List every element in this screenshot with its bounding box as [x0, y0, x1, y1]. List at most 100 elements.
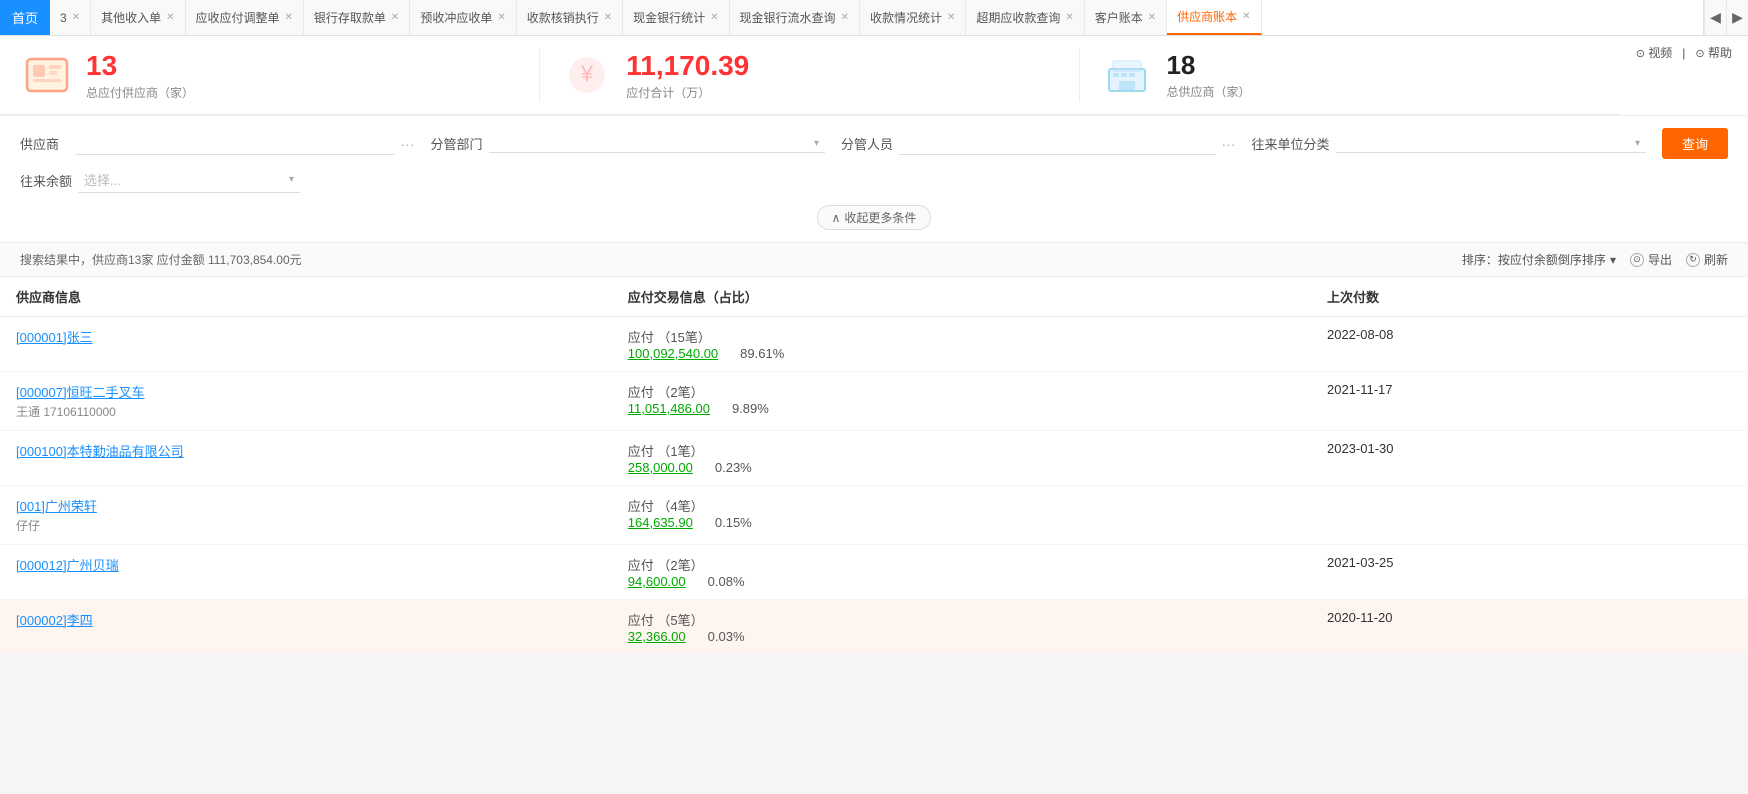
close-icon[interactable]: ✕ [285, 12, 293, 23]
amount-pct: 89.61% [740, 346, 784, 361]
nav-tab-bank[interactable]: 银行存取款单 ✕ [304, 0, 410, 35]
content-area: 供应商信息 应付交易信息（占比） 上次付数 [000001]张三 应付 （15笔）… [0, 277, 1748, 794]
tab-label: 应收应付调整单 [196, 9, 280, 26]
balance-select[interactable]: 选择... ▾ [78, 167, 300, 193]
close-icon[interactable]: ✕ [604, 12, 612, 23]
collapse-label: 收起更多条件 [844, 209, 916, 226]
txn-info-cell: 应付 （2笔）94,600.000.08% [612, 545, 1311, 600]
close-icon[interactable]: ✕ [1148, 12, 1156, 23]
close-icon[interactable]: ✕ [947, 12, 955, 23]
txn-label: 应付 （15笔） [628, 327, 1295, 346]
nav-prev-arrow[interactable]: ◀ [1704, 0, 1726, 36]
tab-label: 其他收入单 [101, 9, 161, 26]
nav-arrows: ◀ ▶ [1703, 0, 1748, 36]
nav-tab-collection[interactable]: 收款核销执行 ✕ [517, 0, 623, 35]
tab-label: 现金银行统计 [633, 9, 705, 26]
separator: | [1682, 46, 1685, 60]
result-bar-right: 排序：按应付余额倒序排序 ▾ ⊙ 导出 ↻ 刷新 [1462, 251, 1728, 268]
collapse-up-icon: ∧ [832, 211, 841, 225]
supplier-dots-icon[interactable]: ··· [401, 136, 415, 152]
category-select[interactable]: ▾ [1336, 135, 1646, 153]
table-row: [000100]本特勤油品有限公司 应付 （1笔）258,000.000.23%2… [0, 431, 1748, 486]
supplier-link[interactable]: [000012]广州贝瑞 [16, 558, 119, 573]
close-icon[interactable]: ✕ [1242, 11, 1250, 22]
nav-tab-other-income[interactable]: 其他收入单 ✕ [91, 0, 185, 35]
stat-number-1: 13 [86, 49, 194, 83]
tab-label: 收款核销执行 [527, 9, 599, 26]
video-link[interactable]: ⊙ 视频 [1636, 44, 1673, 61]
amount-link[interactable]: 258,000.00 [628, 460, 693, 475]
balance-placeholder: 选择... [84, 170, 289, 189]
nav-tab-cash-flow[interactable]: 现金银行流水查询 ✕ [730, 0, 860, 35]
sort-dropdown-icon: ▾ [1610, 253, 1616, 267]
amount-link[interactable]: 32,366.00 [628, 629, 686, 644]
supplier-input[interactable] [76, 133, 395, 155]
supplier-info-cell: [000002]李四 [0, 600, 612, 655]
supplier-link[interactable]: [000100]本特勤油品有限公司 [16, 444, 184, 459]
nav-tab-3[interactable]: 3 ✕ [50, 0, 91, 35]
nav-tab-collect-stat[interactable]: 收款情况统计 ✕ [860, 0, 966, 35]
supplier-link[interactable]: [001]广州荣轩 [16, 499, 97, 514]
supplier-link[interactable]: [000002]李四 [16, 613, 93, 628]
close-icon[interactable]: ✕ [710, 12, 718, 23]
supplier-link[interactable]: [000007]恒旺二手叉车 [16, 385, 145, 400]
table-row: [000001]张三 应付 （15笔）100,092,540.00 89.61% 20… [0, 317, 1748, 372]
stat-label-1: 总应付供应商（家） [86, 84, 194, 101]
close-icon[interactable]: ✕ [841, 12, 849, 23]
stat-icon-3 [1100, 48, 1154, 102]
sort-label: 排序：按应付余额倒序排序 [1462, 251, 1606, 268]
close-icon[interactable]: ✕ [391, 12, 399, 23]
table-row: [000002]李四应付 （5笔）32,366.000.03%2020-11-2… [0, 600, 1748, 655]
nav-tab-supplier-ledger[interactable]: 供应商账本 ✕ [1167, 0, 1261, 35]
last-pay-cell: 2021-03-25 [1311, 545, 1748, 600]
person-input[interactable] [899, 133, 1215, 155]
person-dots-icon[interactable]: ··· [1222, 136, 1236, 152]
nav-tab-overdue[interactable]: 超期应收款查询 ✕ [966, 0, 1084, 35]
amount-pct: 0.15% [715, 515, 752, 530]
dept-select[interactable]: ▾ [489, 135, 825, 153]
nav-next-arrow[interactable]: ▶ [1726, 0, 1748, 36]
supplier-info-cell: [000007]恒旺二手叉车王通 17106110000 [0, 372, 612, 431]
nav-tab-adjustment[interactable]: 应收应付调整单 ✕ [186, 0, 304, 35]
supplier-link[interactable]: [000001]张三 [16, 330, 93, 345]
txn-info-cell: 应付 （5笔）32,366.000.03% [612, 600, 1311, 655]
help-link[interactable]: ⊙ 帮助 [1695, 44, 1732, 61]
stat-total-suppliers: 18 总供应商（家） [1080, 48, 1619, 102]
nav-tab-cash-stat[interactable]: 现金银行统计 ✕ [623, 0, 729, 35]
stat-icon-1 [20, 48, 74, 102]
export-icon: ⊙ [1630, 253, 1644, 267]
close-icon[interactable]: ✕ [1065, 12, 1073, 23]
stat-text-1: 13 总应付供应商（家） [86, 49, 194, 102]
sort-select[interactable]: 排序：按应付余额倒序排序 ▾ [1462, 251, 1616, 268]
table-row: [001]广州荣轩仔仔应付 （4笔）164,635.900.15% [0, 486, 1748, 545]
tab-label: 3 [60, 11, 67, 25]
close-icon[interactable]: ✕ [166, 12, 174, 23]
last-pay-cell: 2023-01-30 [1311, 431, 1748, 486]
close-icon[interactable]: ✕ [497, 12, 505, 23]
amount-link[interactable]: 11,051,486.00 [628, 401, 710, 416]
query-button[interactable]: 查询 [1662, 128, 1728, 159]
refresh-label: 刷新 [1704, 251, 1728, 268]
tab-label: 银行存取款单 [314, 9, 386, 26]
dept-dropdown-icon: ▾ [814, 138, 819, 149]
amount-link[interactable]: 164,635.90 [628, 515, 693, 530]
col-supplier-info: 供应商信息 [0, 277, 612, 317]
txn-info-cell: 应付 （1笔）258,000.000.23% [612, 431, 1311, 486]
amount-link[interactable]: 100,092,540.00 [628, 346, 718, 361]
last-pay-cell: 2022-08-08 [1311, 317, 1748, 372]
tab-label: 供应商账本 [1177, 8, 1237, 25]
filter-supplier: 供应商 ··· [20, 133, 415, 155]
close-icon[interactable]: ✕ [72, 12, 80, 23]
table-header-row: 供应商信息 应付交易信息（占比） 上次付数 [0, 277, 1748, 317]
export-action[interactable]: ⊙ 导出 [1630, 251, 1672, 268]
stat-payable-total: ¥ 11,170.39 应付合计（万） [540, 48, 1080, 102]
txn-label: 应付 （2笔） [628, 555, 1295, 574]
stats-bar: 13 总应付供应商（家） ¥ 11,170.39 应付合计（万） [0, 36, 1748, 116]
refresh-action[interactable]: ↻ 刷新 [1686, 251, 1728, 268]
category-label: 往来单位分类 [1252, 134, 1330, 153]
collapse-button[interactable]: ∧ 收起更多条件 [817, 205, 932, 230]
nav-tab-customer-ledger[interactable]: 客户账本 ✕ [1085, 0, 1167, 35]
nav-tab-prepay[interactable]: 预收冲应收单 ✕ [410, 0, 516, 35]
amount-link[interactable]: 94,600.00 [628, 574, 686, 589]
home-tab[interactable]: 首页 [0, 0, 50, 35]
